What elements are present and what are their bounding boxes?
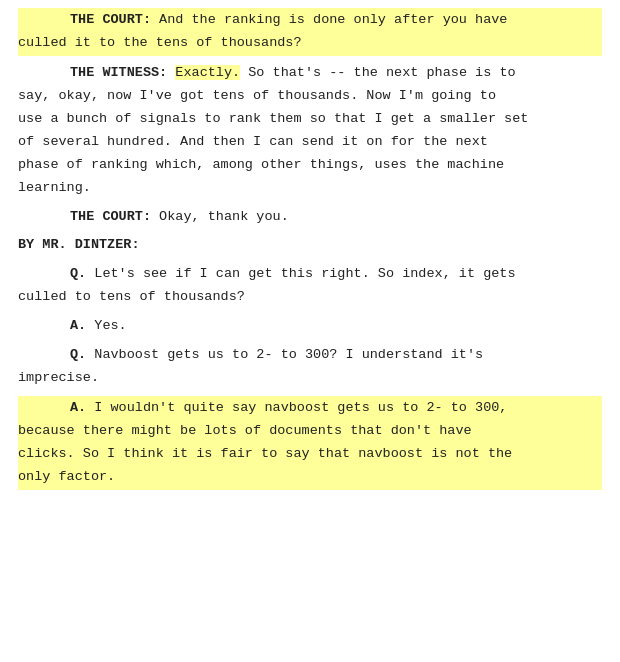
text-line: A. Yes. bbox=[18, 315, 602, 338]
text-content: Let's see if I can get this right. So in… bbox=[86, 266, 515, 281]
text-line: A. I wouldn't quite say navboost gets us… bbox=[18, 397, 602, 420]
text-content: learning. bbox=[18, 180, 91, 195]
text-line: clicks. So I think it is fair to say tha… bbox=[18, 443, 602, 466]
text-line: learning. bbox=[18, 177, 602, 200]
text-line: only factor. bbox=[18, 466, 602, 489]
speaker-label: BY MR. DINTZER: bbox=[18, 237, 140, 252]
text-line: THE COURT: And the ranking is done only … bbox=[18, 9, 602, 32]
text-line: culled it to the tens of thousands? bbox=[18, 32, 602, 55]
speaker-label: A. bbox=[70, 400, 86, 415]
text-block-block3: THE COURT: Okay, thank you. bbox=[18, 206, 602, 229]
text-line: say, okay, now I've got tens of thousand… bbox=[18, 85, 602, 108]
text-content: of several hundred. And then I can send … bbox=[18, 134, 488, 149]
text-block-block8: A. I wouldn't quite say navboost gets us… bbox=[18, 396, 602, 490]
text-content: use a bunch of signals to rank them so t… bbox=[18, 111, 528, 126]
text-block-block1: THE COURT: And the ranking is done only … bbox=[18, 8, 602, 56]
text-content: culled to tens of thousands? bbox=[18, 289, 245, 304]
text-content: Yes. bbox=[86, 318, 127, 333]
text-line: imprecise. bbox=[18, 367, 602, 390]
text-content: say, okay, now I've got tens of thousand… bbox=[18, 88, 496, 103]
text-line: THE WITNESS: Exactly. So that's -- the n… bbox=[18, 62, 602, 85]
speaker-label: A. bbox=[70, 318, 86, 333]
text-content: phase of ranking which, among other thin… bbox=[18, 157, 504, 172]
text-line: BY MR. DINTZER: bbox=[18, 234, 602, 257]
text-content: imprecise. bbox=[18, 370, 99, 385]
text-block-block6: A. Yes. bbox=[18, 315, 602, 338]
text-line: use a bunch of signals to rank them so t… bbox=[18, 108, 602, 131]
text-line: culled to tens of thousands? bbox=[18, 286, 602, 309]
text-line: THE COURT: Okay, thank you. bbox=[18, 206, 602, 229]
speaker-label: Q. bbox=[70, 347, 86, 362]
text-line: because there might be lots of documents… bbox=[18, 420, 602, 443]
text-block-block5: Q. Let's see if I can get this right. So… bbox=[18, 263, 602, 309]
speaker-label: Q. bbox=[70, 266, 86, 281]
text-line: Q. Let's see if I can get this right. So… bbox=[18, 263, 602, 286]
text-content: Navboost gets us to 2- to 300? I underst… bbox=[86, 347, 483, 362]
text-block-block7: Q. Navboost gets us to 2- to 300? I unde… bbox=[18, 344, 602, 390]
speaker-label: THE WITNESS: bbox=[70, 65, 167, 80]
text-content: So that's -- the next phase is to bbox=[240, 65, 515, 80]
text-line: of several hundred. And then I can send … bbox=[18, 131, 602, 154]
page-content: THE COURT: And the ranking is done only … bbox=[0, 0, 620, 508]
speaker-label: THE COURT: bbox=[70, 209, 151, 224]
text-content: Okay, thank you. bbox=[151, 209, 289, 224]
text-line: phase of ranking which, among other thin… bbox=[18, 154, 602, 177]
text-line: Q. Navboost gets us to 2- to 300? I unde… bbox=[18, 344, 602, 367]
text-content: only factor. bbox=[18, 469, 115, 484]
text-content: clicks. So I think it is fair to say tha… bbox=[18, 446, 512, 461]
text-block-block2: THE WITNESS: Exactly. So that's -- the n… bbox=[18, 62, 602, 200]
highlighted-word: Exactly. bbox=[175, 65, 240, 80]
text-content: And the ranking is done only after you h… bbox=[151, 12, 507, 27]
text-content: I wouldn't quite say navboost gets us to… bbox=[86, 400, 507, 415]
text-content: because there might be lots of documents… bbox=[18, 423, 472, 438]
text-block-block4: BY MR. DINTZER: bbox=[18, 234, 602, 257]
text-content: culled it to the tens of thousands? bbox=[18, 35, 302, 50]
speaker-label: THE COURT: bbox=[70, 12, 151, 27]
